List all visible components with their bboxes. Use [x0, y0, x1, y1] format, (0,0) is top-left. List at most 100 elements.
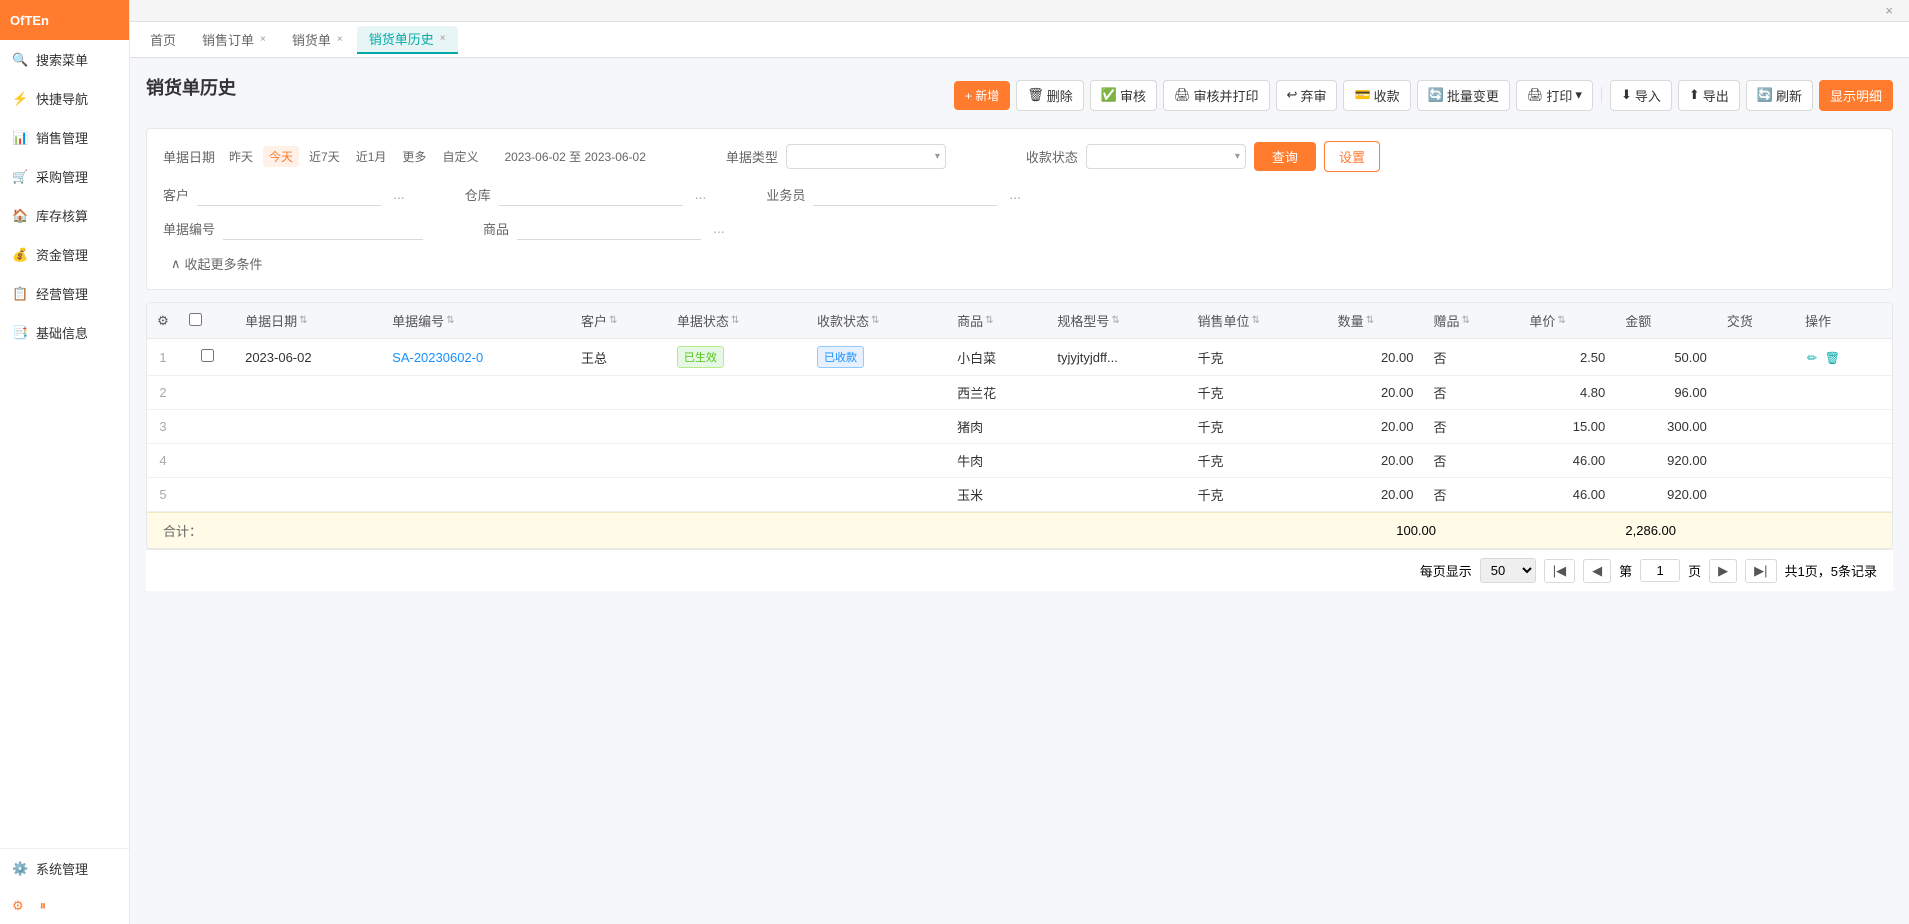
tab-close-sales-order[interactable]: ×	[260, 34, 266, 45]
sidebar-item-sales-mgmt[interactable]: 📊 销售管理	[0, 118, 129, 157]
sidebar-item-operations-mgmt[interactable]: 📋 经营管理	[0, 274, 129, 313]
collapse-btn[interactable]: ∧ 收起更多条件	[163, 250, 1876, 277]
row-spec	[1047, 444, 1187, 478]
new-button[interactable]: + 新增	[954, 81, 1010, 110]
tab-home[interactable]: 首页	[138, 26, 188, 54]
sort-customer-icon[interactable]: ⇅	[609, 315, 617, 326]
date-btn-yesterday[interactable]: 昨天	[223, 146, 259, 167]
tab-close-sales-history[interactable]: ×	[440, 33, 446, 44]
purchase-icon: 🛒	[12, 169, 28, 185]
date-btn-today[interactable]: 今天	[263, 146, 299, 167]
operations-icon: 📋	[12, 286, 28, 302]
refresh-button[interactable]: 🔄 刷新	[1746, 80, 1813, 111]
sort-spec-icon[interactable]: ⇅	[1111, 315, 1119, 326]
sidebar-item-purchase-mgmt[interactable]: 🛒 采购管理	[0, 157, 129, 196]
date-btn-7days[interactable]: 近7天	[303, 146, 346, 167]
row-payment-status	[807, 410, 947, 444]
sidebar: OfTEn 🔍 搜索菜单 ⚡ 快捷导航 📊 销售管理 🛒 采购管理 🏠 库存核算…	[0, 0, 130, 924]
date-btn-more[interactable]: 更多	[396, 146, 432, 167]
row-actions: ✏ 🗑	[1795, 339, 1892, 376]
row-action-btn[interactable]: ✏	[1807, 351, 1817, 365]
query-button[interactable]: 查询	[1254, 142, 1316, 171]
filter-date-range: 2023-06-02 至 2023-06-02	[504, 148, 645, 165]
discard-icon: ↩	[1287, 87, 1298, 103]
customer-input[interactable]	[197, 182, 381, 206]
row-spec: tyjyjtyjdff...	[1047, 339, 1187, 376]
row-product: 牛肉	[947, 444, 1047, 478]
sales-icon: 📊	[12, 130, 28, 146]
import-button[interactable]: ⬇ 导入	[1610, 80, 1672, 111]
product-dots-btn[interactable]: ...	[713, 220, 725, 236]
salesperson-dots-btn[interactable]: ...	[1009, 186, 1021, 202]
sort-unit-icon[interactable]: ⇅	[1252, 315, 1260, 326]
batch-change-button[interactable]: 🔄 批量变更	[1417, 80, 1510, 111]
row-action-btn[interactable]: 🗑	[1825, 351, 1840, 365]
row-doc-number: SA-20230602-0	[382, 339, 571, 376]
sort-doc-status-icon[interactable]: ⇅	[731, 315, 739, 326]
row-actions	[1795, 376, 1892, 410]
sort-unit-price-icon[interactable]: ⇅	[1557, 315, 1565, 326]
doc-status-badge: 已生效	[677, 346, 724, 368]
tab-close-sales-delivery[interactable]: ×	[337, 34, 343, 45]
sort-doc-number-icon[interactable]: ⇅	[446, 315, 454, 326]
sort-doc-date-icon[interactable]: ⇅	[299, 315, 307, 326]
show-detail-button[interactable]: 显示明细	[1819, 80, 1893, 111]
export-button[interactable]: ⬆ 导出	[1678, 80, 1740, 111]
sidebar-item-quick-nav[interactable]: ⚡ 快捷导航	[0, 79, 129, 118]
basic-icon: 📑	[12, 325, 28, 341]
row-doc-date: 2023-06-02	[235, 339, 382, 376]
sidebar-item-finance-mgmt[interactable]: 💰 资金管理	[0, 235, 129, 274]
date-btn-custom[interactable]: 自定义	[436, 146, 484, 167]
sidebar-item-basic-info[interactable]: 📑 基础信息	[0, 313, 129, 352]
row-transaction	[1717, 410, 1795, 444]
page-number-input[interactable]	[1640, 559, 1680, 582]
close-window-btn[interactable]: ×	[1885, 3, 1893, 18]
prev-page-btn[interactable]: ◀	[1583, 559, 1611, 583]
sidebar-settings-bottom[interactable]: ⚙ ⏸	[0, 888, 129, 924]
doc-type-select[interactable]	[786, 144, 946, 169]
row-amount: 300.00	[1615, 410, 1717, 444]
doc-number-input[interactable]	[223, 216, 423, 240]
sidebar-item-system-mgmt[interactable]: ⚙️ 系统管理	[0, 849, 129, 888]
per-page-select[interactable]: 50 100 200	[1480, 558, 1536, 583]
import-icon: ⬇	[1621, 87, 1632, 103]
tab-sales-history[interactable]: 销货单历史 ×	[357, 26, 458, 54]
row-actions	[1795, 478, 1892, 512]
salesperson-input[interactable]	[813, 182, 997, 206]
row-quantity: 20.00	[1328, 444, 1424, 478]
tab-sales-delivery[interactable]: 销货单 ×	[280, 26, 355, 54]
sidebar-item-inventory[interactable]: 🏠 库存核算	[0, 196, 129, 235]
warehouse-input[interactable]	[499, 182, 683, 206]
date-btn-1month[interactable]: 近1月	[350, 146, 393, 167]
row-unit: 千克	[1188, 339, 1328, 376]
customer-dots-btn[interactable]: ...	[393, 186, 405, 202]
first-page-btn[interactable]: |◀	[1544, 559, 1575, 583]
last-page-btn[interactable]: ▶|	[1745, 559, 1776, 583]
sort-quantity-icon[interactable]: ⇅	[1366, 315, 1374, 326]
table-settings-icon[interactable]: ⚙	[157, 313, 169, 328]
warehouse-dots-btn[interactable]: ...	[695, 186, 707, 202]
tab-bar: 首页 销售订单 × 销货单 × 销货单历史 ×	[130, 22, 1909, 58]
row-select-checkbox[interactable]	[201, 349, 214, 362]
filter-settings-button[interactable]: 设置	[1324, 141, 1380, 172]
payment-status-select[interactable]	[1086, 144, 1246, 169]
select-all-checkbox[interactable]	[189, 313, 202, 326]
doc-number-link[interactable]: SA-20230602-0	[392, 350, 483, 365]
sort-payment-status-icon[interactable]: ⇅	[871, 315, 879, 326]
audit-print-button[interactable]: 🖨 审核并打印	[1163, 80, 1270, 111]
sidebar-item-search-menu[interactable]: 🔍 搜索菜单	[0, 40, 129, 79]
print-button[interactable]: 🖨 打印 ▾	[1516, 80, 1593, 111]
collect-button[interactable]: 💳 收款	[1343, 80, 1410, 111]
audit-print-icon: 🖨	[1174, 87, 1191, 103]
product-input[interactable]	[517, 216, 701, 240]
row-payment-status	[807, 444, 947, 478]
delete-button[interactable]: 🗑 删除	[1016, 80, 1084, 111]
sort-gift-icon[interactable]: ⇅	[1462, 315, 1470, 326]
row-customer	[571, 444, 667, 478]
audit-button[interactable]: ✅ 审核	[1090, 80, 1157, 111]
sort-product-icon[interactable]: ⇅	[985, 315, 993, 326]
row-doc-status	[667, 410, 807, 444]
discard-button[interactable]: ↩ 弃审	[1276, 80, 1338, 111]
next-page-btn[interactable]: ▶	[1709, 559, 1737, 583]
tab-sales-order[interactable]: 销售订单 ×	[190, 26, 278, 54]
